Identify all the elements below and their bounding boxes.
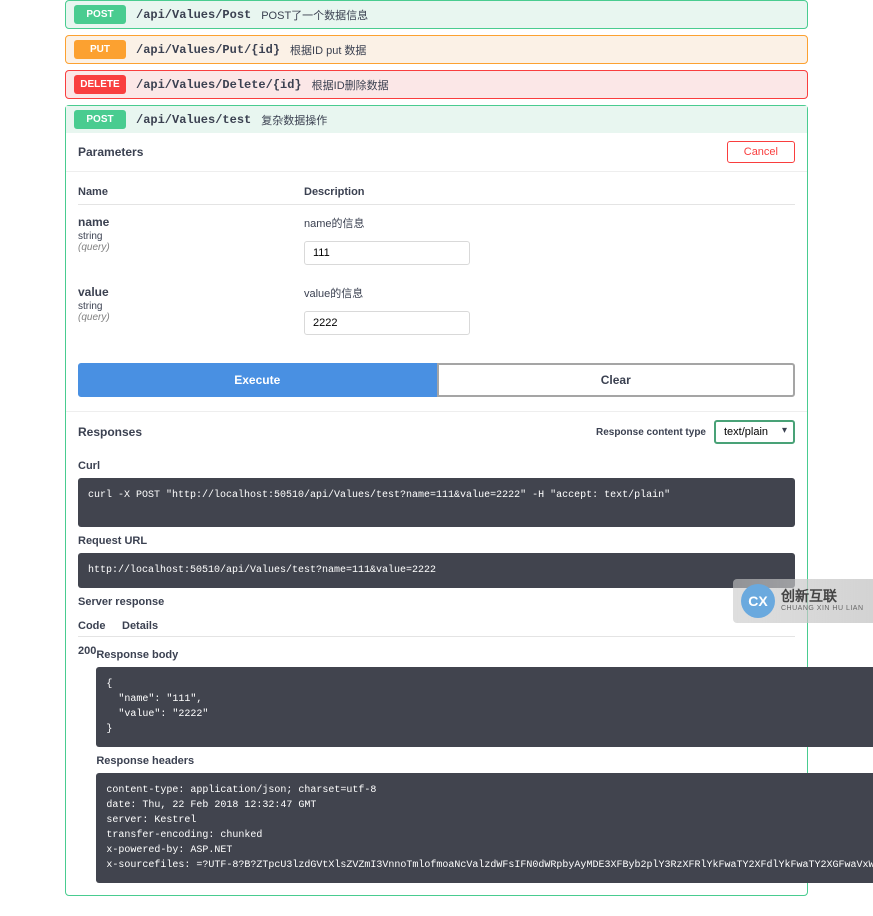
endpoint-desc: 根据ID删除数据 [312, 77, 389, 93]
endpoint-path: /api/Values/Delete/{id} [136, 78, 302, 92]
param-row: name string (query) name的信息 [78, 205, 795, 275]
watermark-cn: 创新互联 [781, 589, 864, 604]
code-header: Code [78, 620, 122, 632]
response-headers: content-type: application/json; charset=… [96, 773, 873, 883]
param-in: (query) [78, 312, 304, 323]
endpoint-desc: POST了一个数据信息 [261, 7, 368, 23]
method-badge: POST [74, 5, 126, 24]
op-post-values[interactable]: POST /api/Values/Post POST了一个数据信息 [65, 0, 808, 29]
endpoint-desc: 复杂数据操作 [261, 112, 327, 128]
endpoint-path: /api/Values/Post [136, 8, 251, 22]
param-input-value[interactable] [304, 311, 470, 335]
op-header[interactable]: POST /api/Values/test 复杂数据操作 [66, 106, 807, 133]
parameters-header: Parameters Cancel [66, 133, 807, 172]
method-badge: PUT [74, 40, 126, 59]
curl-command: curl -X POST "http://localhost:50510/api… [78, 478, 795, 527]
clear-button[interactable]: Clear [437, 363, 796, 397]
col-desc-header: Description [304, 186, 795, 198]
content-type-label: Response content type [596, 427, 706, 438]
params-columns: Name Description [78, 180, 795, 205]
col-name-header: Name [78, 186, 304, 198]
method-badge: POST [74, 110, 126, 129]
endpoint-path: /api/Values/test [136, 113, 251, 127]
request-url-label: Request URL [78, 535, 795, 547]
param-desc: value的信息 [304, 285, 795, 301]
param-row: value string (query) value的信息 [78, 275, 795, 345]
response-code: 200 [78, 645, 96, 883]
watermark-logo: CX 创新互联 CHUANG XIN HU LIAN [733, 579, 873, 623]
execute-button[interactable]: Execute [78, 363, 437, 397]
response-headers-label: Response headers [96, 755, 873, 767]
param-desc: name的信息 [304, 215, 795, 231]
method-badge: DELETE [74, 75, 126, 94]
endpoint-path: /api/Values/Put/{id} [136, 43, 280, 57]
param-type: string [78, 231, 304, 242]
op-put-values[interactable]: PUT /api/Values/Put/{id} 根据ID put 数据 [65, 35, 808, 64]
param-in: (query) [78, 242, 304, 253]
request-url-value: http://localhost:50510/api/Values/test?n… [78, 553, 795, 588]
watermark-en: CHUANG XIN HU LIAN [781, 605, 864, 613]
op-delete-values[interactable]: DELETE /api/Values/Delete/{id} 根据ID删除数据 [65, 70, 808, 99]
server-response-label: Server response [78, 596, 795, 608]
cancel-button[interactable]: Cancel [727, 141, 795, 163]
curl-label: Curl [78, 460, 795, 472]
details-header: Details [122, 620, 795, 632]
responses-header: Responses Response content type text/pla… [66, 411, 807, 452]
op-post-test-expanded: POST /api/Values/test 复杂数据操作 Parameters … [65, 105, 808, 896]
parameters-title: Parameters [78, 145, 143, 159]
responses-title: Responses [78, 425, 142, 439]
param-type: string [78, 301, 304, 312]
watermark-icon: CX [741, 584, 775, 618]
content-type-select[interactable]: text/plain [714, 420, 795, 444]
param-name: value [78, 285, 304, 299]
param-input-name[interactable] [304, 241, 470, 265]
endpoint-desc: 根据ID put 数据 [290, 42, 366, 58]
response-body: { "name": "111", "value": "2222" } [96, 667, 873, 747]
param-name: name [78, 215, 304, 229]
response-body-label: Response body [96, 649, 873, 661]
